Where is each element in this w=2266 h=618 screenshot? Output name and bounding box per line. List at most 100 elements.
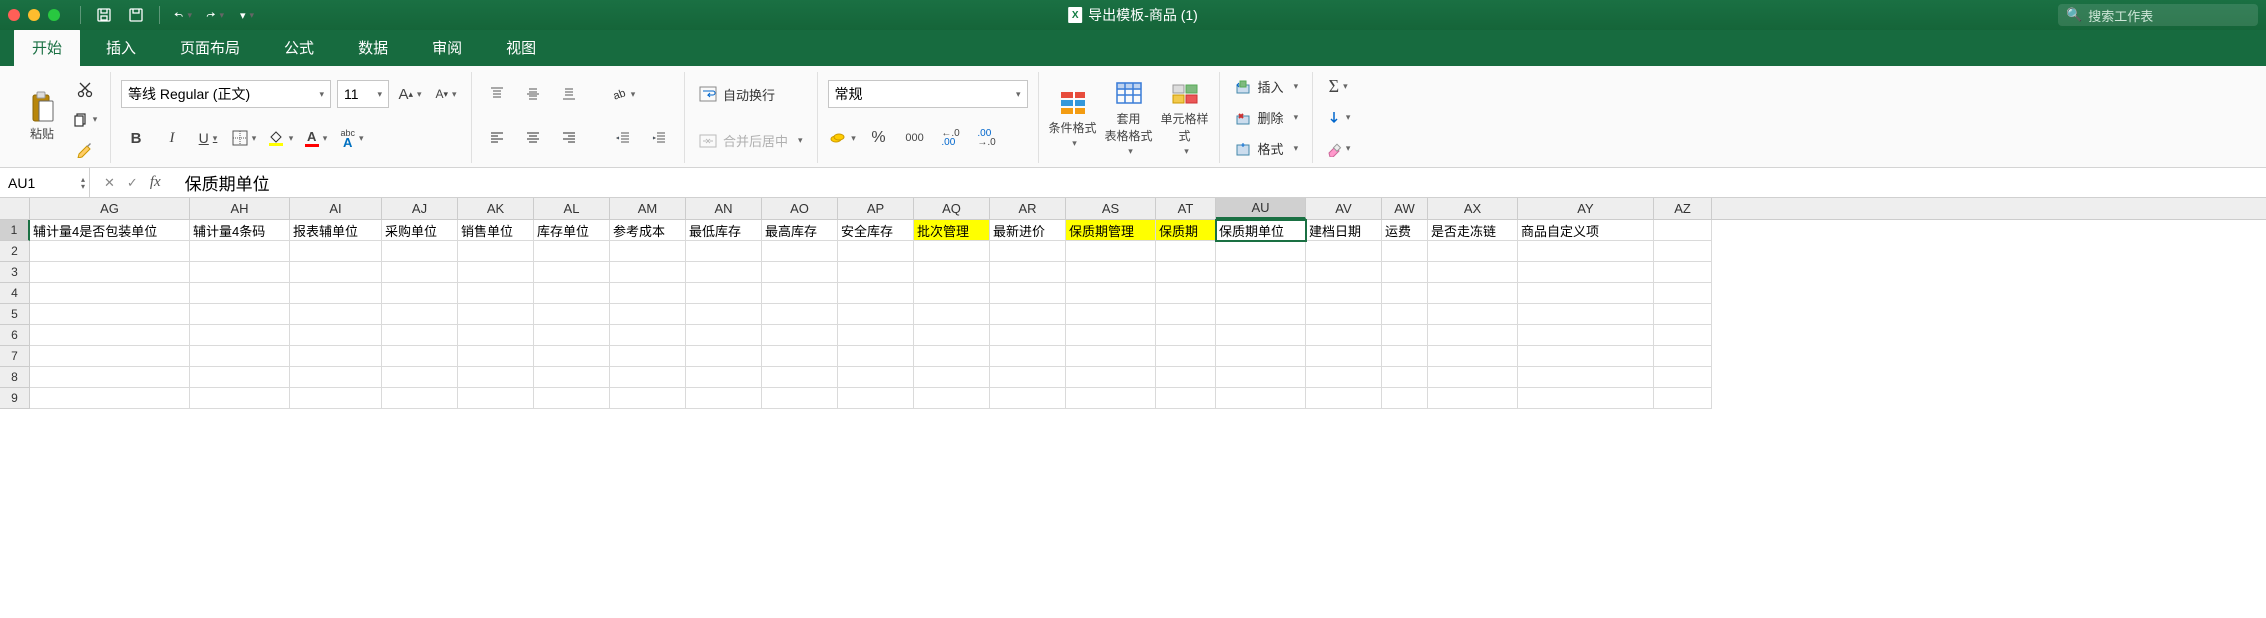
col-header-AI[interactable]: AI (290, 198, 382, 219)
cell-AQ2[interactable] (914, 241, 990, 262)
minimize-window-button[interactable] (28, 9, 40, 21)
decrease-font-button[interactable]: A▾ (431, 80, 461, 108)
align-bottom-button[interactable] (554, 80, 584, 108)
row-header-5[interactable]: 5 (0, 304, 30, 325)
tab-公式[interactable]: 公式 (266, 29, 332, 66)
cell-AV3[interactable] (1306, 262, 1382, 283)
cell-AO8[interactable] (762, 367, 838, 388)
cell-AX5[interactable] (1428, 304, 1518, 325)
cell-AG5[interactable] (30, 304, 190, 325)
col-header-AQ[interactable]: AQ (914, 198, 990, 219)
cell-AO3[interactable] (762, 262, 838, 283)
cell-AZ3[interactable] (1654, 262, 1712, 283)
cell-AW4[interactable] (1382, 283, 1428, 304)
cell-AM9[interactable] (610, 388, 686, 409)
cell-AG9[interactable] (30, 388, 190, 409)
tab-开始[interactable]: 开始 (14, 29, 80, 66)
maximize-window-button[interactable] (48, 9, 60, 21)
cell-AR1[interactable]: 最新进价 (990, 220, 1066, 241)
col-header-AJ[interactable]: AJ (382, 198, 458, 219)
row-header-7[interactable]: 7 (0, 346, 30, 367)
cell-AI9[interactable] (290, 388, 382, 409)
cell-AP4[interactable] (838, 283, 914, 304)
cell-AT5[interactable] (1156, 304, 1216, 325)
cell-AQ1[interactable]: 批次管理 (914, 220, 990, 241)
number-format-select[interactable]: 常规 (828, 80, 1028, 108)
cell-AZ1[interactable] (1654, 220, 1712, 241)
cell-AK5[interactable] (458, 304, 534, 325)
col-header-AO[interactable]: AO (762, 198, 838, 219)
row-header-3[interactable]: 3 (0, 262, 30, 283)
cell-AQ4[interactable] (914, 283, 990, 304)
cell-AX2[interactable] (1428, 241, 1518, 262)
cell-AI2[interactable] (290, 241, 382, 262)
cell-AH9[interactable] (190, 388, 290, 409)
cell-AW6[interactable] (1382, 325, 1428, 346)
cell-AQ5[interactable] (914, 304, 990, 325)
cell-AZ5[interactable] (1654, 304, 1712, 325)
cell-AH3[interactable] (190, 262, 290, 283)
cell-AG1[interactable]: 辅计量4是否包装单位 (30, 220, 190, 241)
cell-AV2[interactable] (1306, 241, 1382, 262)
align-center-button[interactable] (518, 124, 548, 152)
percent-button[interactable]: % (864, 124, 894, 152)
tab-插入[interactable]: 插入 (88, 29, 154, 66)
cell-AR4[interactable] (990, 283, 1066, 304)
undo-icon[interactable] (174, 6, 192, 24)
cell-AV7[interactable] (1306, 346, 1382, 367)
align-right-button[interactable] (554, 124, 584, 152)
cell-AG4[interactable] (30, 283, 190, 304)
cell-AM8[interactable] (610, 367, 686, 388)
increase-indent-button[interactable] (644, 124, 674, 152)
save-icon[interactable] (95, 6, 113, 24)
cell-AS2[interactable] (1066, 241, 1156, 262)
wrap-text-button[interactable]: 自动换行 (695, 81, 807, 107)
insert-cells-button[interactable]: 插入 (1230, 74, 1303, 100)
cell-AM4[interactable] (610, 283, 686, 304)
copy-button[interactable] (70, 106, 100, 134)
cell-AH8[interactable] (190, 367, 290, 388)
col-header-AZ[interactable]: AZ (1654, 198, 1712, 219)
tab-页面布局[interactable]: 页面布局 (162, 29, 258, 66)
cell-AY6[interactable] (1518, 325, 1654, 346)
name-box[interactable]: AU1 ▴▾ (0, 168, 90, 197)
cell-AZ8[interactable] (1654, 367, 1712, 388)
col-header-AU[interactable]: AU (1216, 198, 1306, 219)
cell-AY5[interactable] (1518, 304, 1654, 325)
cell-AU7[interactable] (1216, 346, 1306, 367)
cell-AO5[interactable] (762, 304, 838, 325)
merge-center-button[interactable]: 合并后居中 (695, 128, 807, 154)
cell-AL2[interactable] (534, 241, 610, 262)
cell-AT1[interactable]: 保质期 (1156, 220, 1216, 241)
col-header-AH[interactable]: AH (190, 198, 290, 219)
col-header-AT[interactable]: AT (1156, 198, 1216, 219)
cell-AO2[interactable] (762, 241, 838, 262)
cell-AJ7[interactable] (382, 346, 458, 367)
fill-button[interactable] (1323, 104, 1353, 132)
cell-AZ6[interactable] (1654, 325, 1712, 346)
cell-AK2[interactable] (458, 241, 534, 262)
underline-button[interactable]: U (193, 124, 223, 152)
cell-AN5[interactable] (686, 304, 762, 325)
cell-AI6[interactable] (290, 325, 382, 346)
comma-style-button[interactable]: 000 (900, 124, 930, 152)
cell-AG3[interactable] (30, 262, 190, 283)
cell-AN3[interactable] (686, 262, 762, 283)
cell-AT3[interactable] (1156, 262, 1216, 283)
cell-AJ8[interactable] (382, 367, 458, 388)
cell-AT4[interactable] (1156, 283, 1216, 304)
cell-AI7[interactable] (290, 346, 382, 367)
cell-AL8[interactable] (534, 367, 610, 388)
cut-button[interactable] (70, 76, 100, 104)
border-button[interactable] (229, 124, 259, 152)
cell-AH7[interactable] (190, 346, 290, 367)
row-header-9[interactable]: 9 (0, 388, 30, 409)
autosum-button[interactable]: Σ (1323, 73, 1353, 101)
formula-input[interactable] (179, 173, 2266, 193)
cell-AS6[interactable] (1066, 325, 1156, 346)
cell-AO9[interactable] (762, 388, 838, 409)
bold-button[interactable]: B (121, 124, 151, 152)
cell-AP8[interactable] (838, 367, 914, 388)
cell-AM2[interactable] (610, 241, 686, 262)
cell-AK3[interactable] (458, 262, 534, 283)
